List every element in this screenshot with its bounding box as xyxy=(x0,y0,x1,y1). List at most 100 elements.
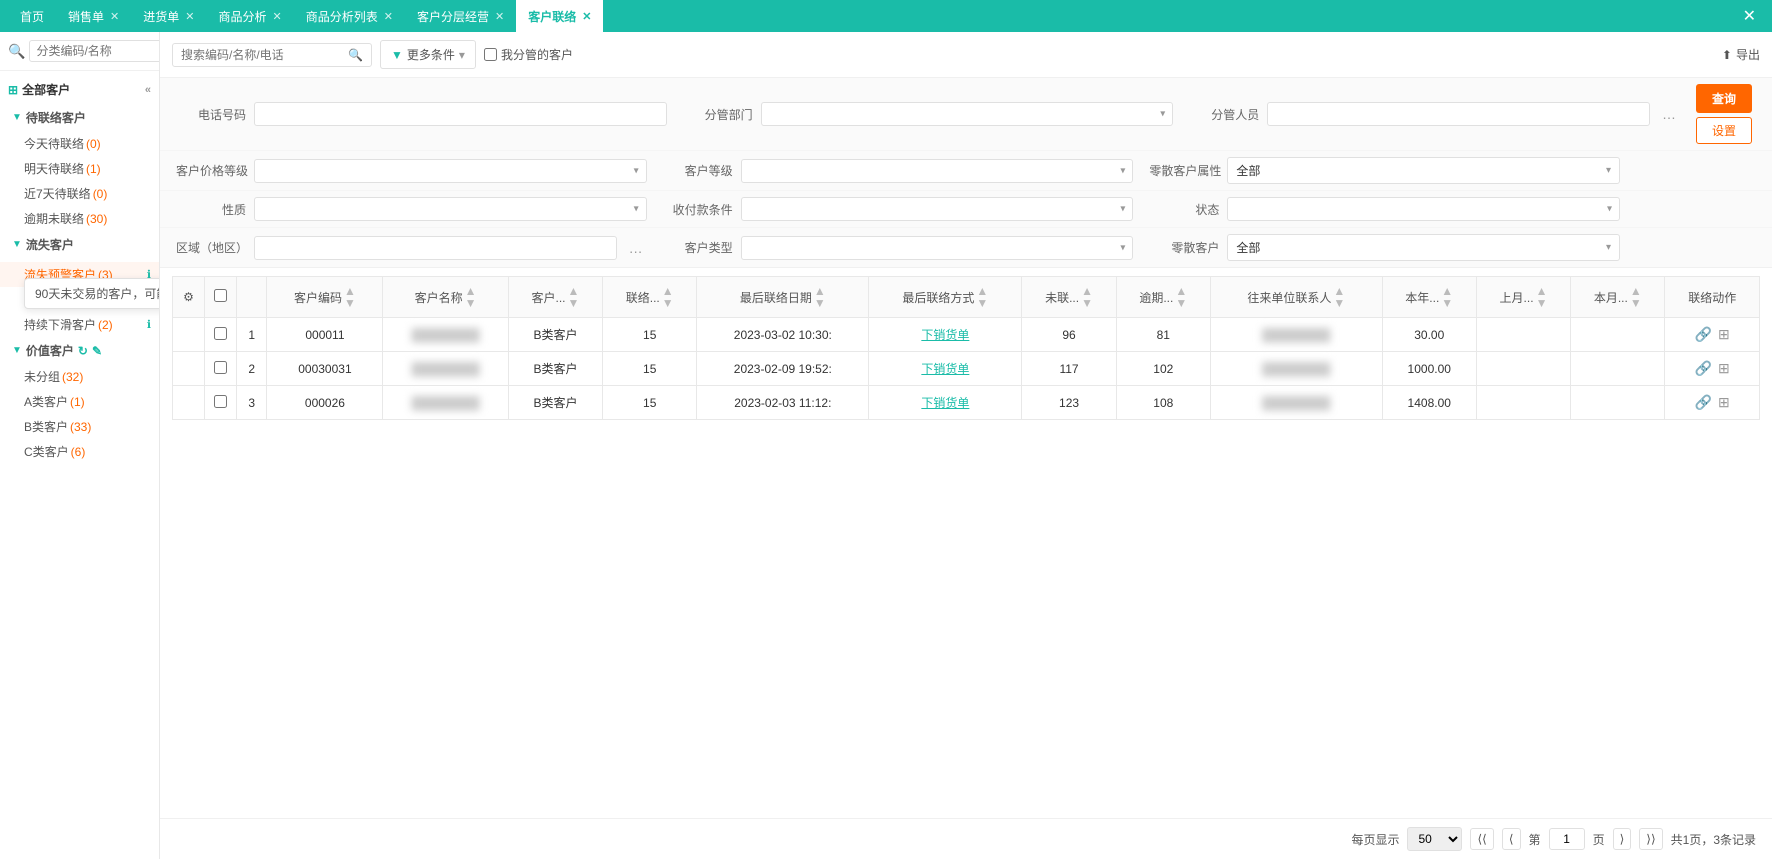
select-all-checkbox[interactable] xyxy=(214,289,227,302)
th-not-contacted[interactable]: 未联... ▲▼ xyxy=(1022,277,1116,318)
region-more-icon[interactable]: … xyxy=(625,240,647,256)
nav-customer-contact-close[interactable]: ✕ xyxy=(582,10,591,23)
nav-product-list-close[interactable]: ✕ xyxy=(384,10,393,23)
th-type[interactable]: 客户... ▲▼ xyxy=(508,277,602,318)
contact-method-link-1[interactable]: 下销货单 xyxy=(921,362,969,376)
filter-scattered-customer: 零散客户 全部 ▾ xyxy=(1149,234,1620,261)
person-more-icon[interactable]: … xyxy=(1658,106,1680,122)
sort-icon-last-month: ▲▼ xyxy=(1536,285,1548,309)
settings-button[interactable]: 设置 xyxy=(1696,117,1752,144)
nav-customer-contact[interactable]: 客户联络 ✕ xyxy=(516,0,603,32)
th-code[interactable]: 客户编码 ▲▼ xyxy=(267,277,383,318)
department-select[interactable] xyxy=(761,102,1174,126)
customer-type-select[interactable] xyxy=(741,236,1134,260)
nav-product-analysis-close[interactable]: ✕ xyxy=(273,10,282,23)
next-page-button[interactable]: ⟩ xyxy=(1613,828,1632,850)
window-close-button[interactable]: ✕ xyxy=(1735,6,1764,26)
nav-sales[interactable]: 销售单 ✕ xyxy=(56,0,131,32)
sidebar-all-customers[interactable]: ⊞ 全部客户 « xyxy=(0,75,159,104)
sidebar-item-class-b[interactable]: B类客户 (33) xyxy=(0,414,159,439)
th-checkbox xyxy=(205,277,237,318)
region-input[interactable] xyxy=(254,236,617,260)
per-page-select[interactable]: 50 100 xyxy=(1407,827,1462,851)
sidebar-item-class-a[interactable]: A类客户 (1) xyxy=(0,389,159,414)
scattered-attr-value[interactable]: 全部 ▾ xyxy=(1227,157,1620,184)
action-link-icon-0[interactable]: 🔗 xyxy=(1695,326,1712,343)
th-action: 联络动作 xyxy=(1665,277,1760,318)
sidebar-collapse-icon[interactable]: « xyxy=(145,84,151,96)
filter-icon: ▼ xyxy=(391,48,403,62)
td-action-0: 🔗 ⊞ xyxy=(1665,318,1760,352)
customer-level-select[interactable] xyxy=(741,159,1134,183)
th-settings[interactable]: ⚙ xyxy=(173,277,205,318)
query-button[interactable]: 查询 xyxy=(1696,84,1752,113)
edit-icon[interactable]: ✎ xyxy=(92,344,102,358)
my-customers-checkbox[interactable] xyxy=(484,48,497,61)
th-this-month[interactable]: 本月... ▲▼ xyxy=(1571,277,1665,318)
nav-sales-close[interactable]: ✕ xyxy=(110,10,119,23)
nav-product-analysis[interactable]: 商品分析 ✕ xyxy=(206,0,293,32)
th-last-contact-method[interactable]: 最后联络方式 ▲▼ xyxy=(869,277,1022,318)
arrow-down-icon-lost: ▼ xyxy=(12,239,22,250)
th-last-contact-date[interactable]: 最后联络日期 ▲▼ xyxy=(697,277,869,318)
sidebar-search-input[interactable] xyxy=(29,40,160,62)
row-checkbox-2[interactable] xyxy=(214,395,227,408)
td-this-month-0 xyxy=(1571,318,1665,352)
sidebar-item-tomorrow[interactable]: 明天待联络 (1) xyxy=(0,156,159,181)
nature-select[interactable] xyxy=(254,197,647,221)
sidebar-item-7days[interactable]: 近7天待联络 (0) xyxy=(0,181,159,206)
th-contact[interactable]: 联络... ▲▼ xyxy=(603,277,697,318)
export-button[interactable]: ⬆ 导出 xyxy=(1722,46,1760,63)
th-last-month[interactable]: 上月... ▲▼ xyxy=(1476,277,1570,318)
page-input[interactable] xyxy=(1549,828,1585,850)
row-checkbox-1[interactable] xyxy=(214,361,227,374)
nav-product-list[interactable]: 商品分析列表 ✕ xyxy=(294,0,405,32)
nav-purchase[interactable]: 进货单 ✕ xyxy=(131,0,206,32)
payment-select[interactable] xyxy=(741,197,1134,221)
filter-panel: 电话号码 分管部门 分管人员 … 查询 xyxy=(160,78,1772,268)
refresh-icon[interactable]: ↻ xyxy=(78,344,88,358)
td-checkbox-0 xyxy=(205,318,237,352)
nav-customer-segment-close[interactable]: ✕ xyxy=(495,10,504,23)
contact-method-link-0[interactable]: 下销货单 xyxy=(921,328,969,342)
action-link-icon-2[interactable]: 🔗 xyxy=(1695,394,1712,411)
price-level-select[interactable] xyxy=(254,159,647,183)
info-icon-3[interactable]: ℹ xyxy=(147,318,151,331)
contact-method-link-2[interactable]: 下销货单 xyxy=(921,396,969,410)
payment-select-wrapper xyxy=(741,197,1134,221)
action-grid-icon-0[interactable]: ⊞ xyxy=(1718,326,1730,343)
action-grid-icon-2[interactable]: ⊞ xyxy=(1718,394,1730,411)
nav-customer-segment[interactable]: 客户分层经营 ✕ xyxy=(405,0,516,32)
filter-row-3: 性质 收付款条件 状态 xyxy=(160,191,1772,228)
th-contact-person[interactable]: 往来单位联系人 ▲▼ xyxy=(1210,277,1382,318)
th-this-year[interactable]: 本年... ▲▼ xyxy=(1382,277,1476,318)
sidebar-item-today[interactable]: 今天待联络 (0) xyxy=(0,131,159,156)
action-link-icon-1[interactable]: 🔗 xyxy=(1695,360,1712,377)
th-overdue[interactable]: 逾期... ▲▼ xyxy=(1116,277,1210,318)
phone-input[interactable] xyxy=(254,102,667,126)
toolbar-search-input[interactable] xyxy=(181,48,348,62)
sidebar-group-lost[interactable]: ▼ 流失客户 xyxy=(0,231,159,258)
th-name[interactable]: 客户名称 ▲▼ xyxy=(383,277,508,318)
prev-page-button[interactable]: ⟨ xyxy=(1502,828,1521,850)
row-checkbox-0[interactable] xyxy=(214,327,227,340)
scattered-customer-value[interactable]: 全部 ▾ xyxy=(1227,234,1620,261)
nav-purchase-close[interactable]: ✕ xyxy=(185,10,194,23)
sidebar-group-value[interactable]: ▼ 价值客户 ↻ ✎ xyxy=(0,337,159,364)
sidebar-item-ungrouped[interactable]: 未分组 (32) xyxy=(0,364,159,389)
sidebar-group-pending[interactable]: ▼ 待联络客户 xyxy=(0,104,159,131)
status-select[interactable] xyxy=(1227,197,1620,221)
action-grid-icon-1[interactable]: ⊞ xyxy=(1718,360,1730,377)
nav-home[interactable]: 首页 xyxy=(8,0,56,32)
more-conditions-button[interactable]: ▼ 更多条件 ▾ xyxy=(380,40,476,69)
my-customers-checkbox-label[interactable]: 我分管的客户 xyxy=(484,46,573,63)
table-scroll[interactable]: ⚙ 客户编码 ▲▼ xyxy=(172,276,1760,420)
sidebar-item-declining[interactable]: 持续下滑客户 (2) ℹ xyxy=(0,312,159,337)
first-page-button[interactable]: ⟨⟨ xyxy=(1470,828,1493,850)
sidebar-item-class-c[interactable]: C类客户 (6) xyxy=(0,439,159,464)
last-page-button[interactable]: ⟩⟩ xyxy=(1639,828,1662,850)
sidebar-item-overdue[interactable]: 逾期未联络 (30) xyxy=(0,206,159,231)
filter-department: 分管部门 xyxy=(683,102,1174,126)
table-row: 1 000011 ████████ B类客户 15 2023-03-02 10:… xyxy=(173,318,1760,352)
person-input[interactable] xyxy=(1267,102,1650,126)
